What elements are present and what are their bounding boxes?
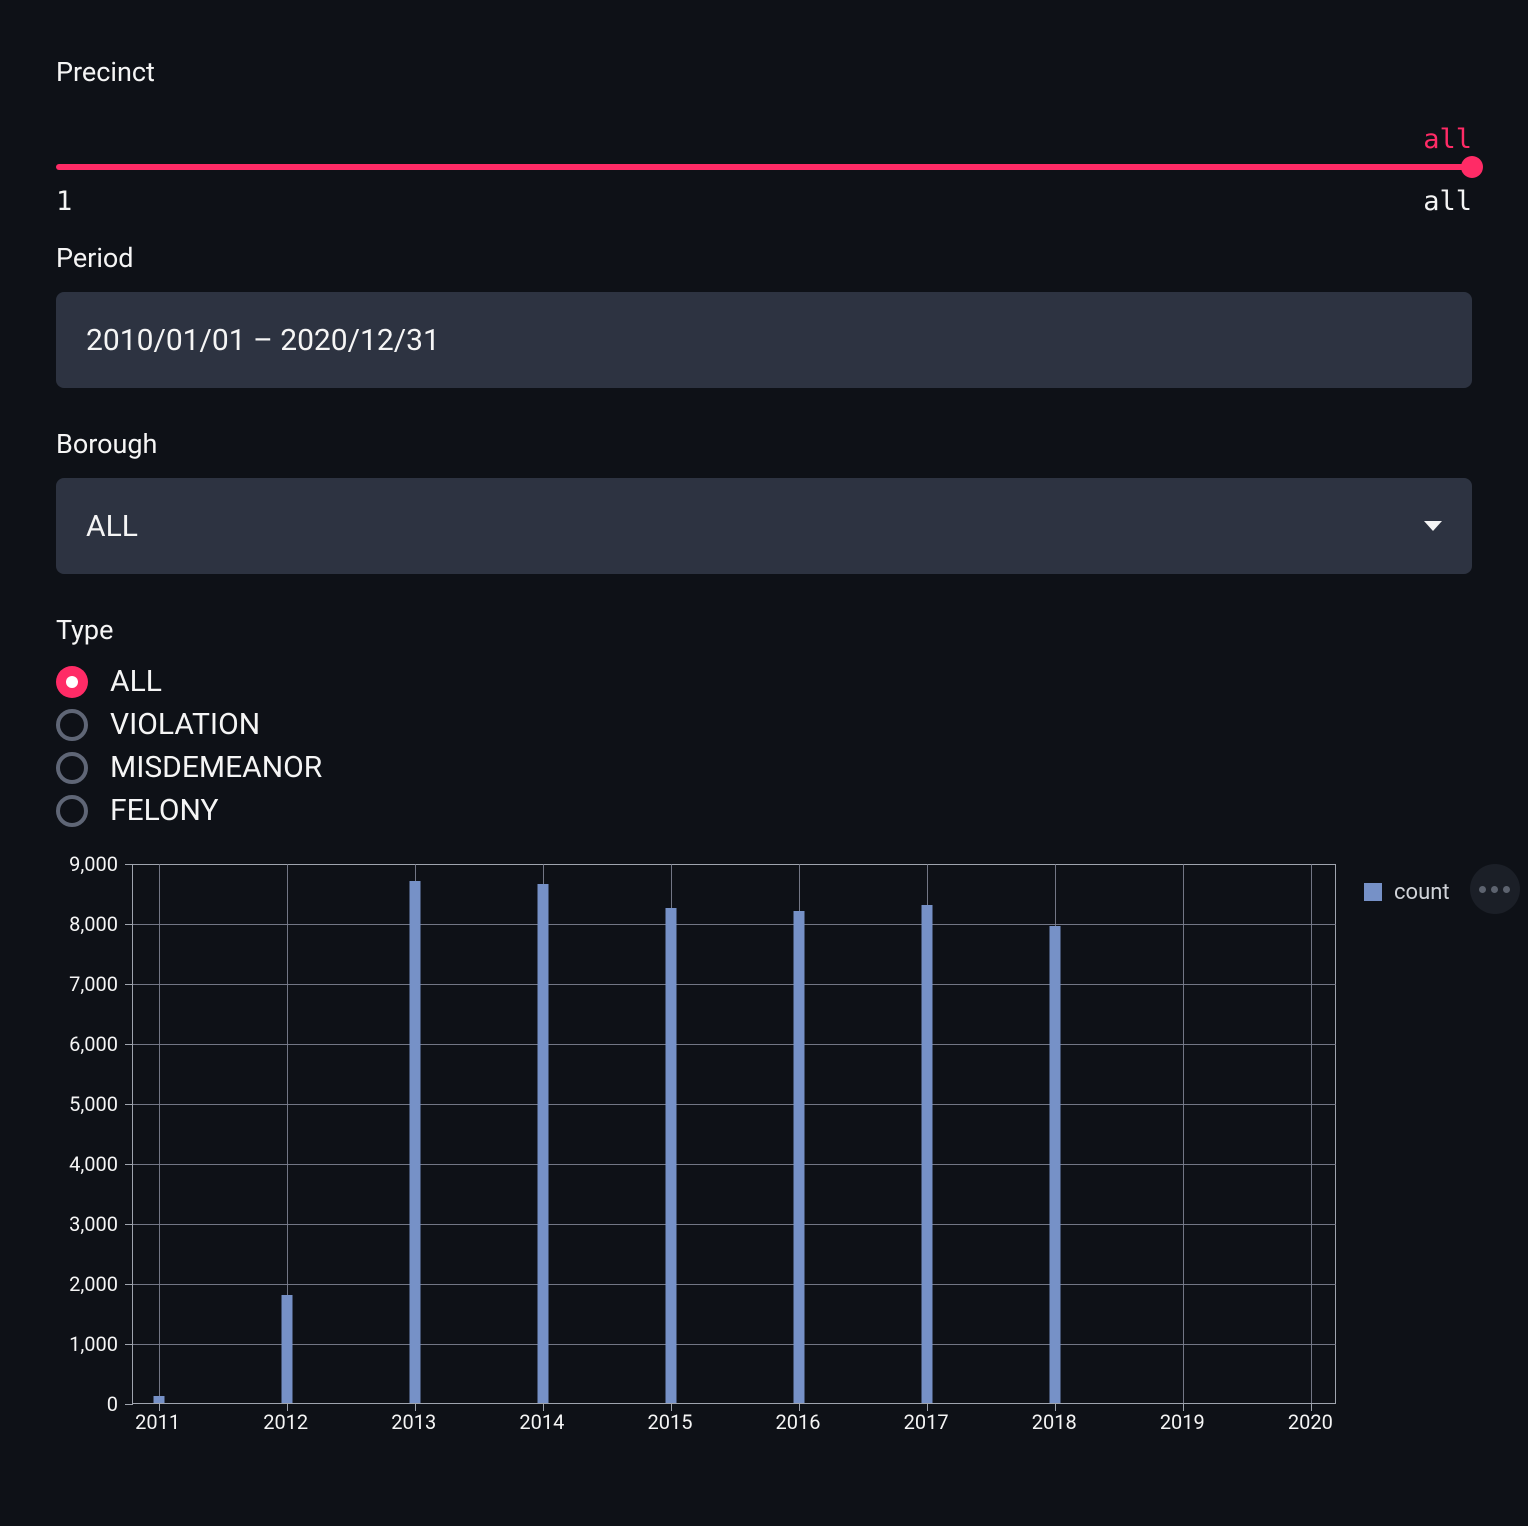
legend-series-label: count (1394, 880, 1450, 905)
x-tick-label: 2014 (519, 1410, 564, 1434)
type-radio-misdemeanor[interactable]: MISDEMEANOR (56, 750, 1472, 785)
x-tick-label: 2013 (391, 1410, 436, 1434)
chart-bar (281, 1295, 292, 1403)
type-radio-label: FELONY (110, 793, 219, 828)
radio-icon (56, 795, 88, 827)
precinct-slider-thumb[interactable] (1461, 156, 1483, 178)
chart-bar (665, 908, 676, 1403)
y-tick-label: 2,000 (69, 1272, 118, 1296)
x-tick-label: 2012 (263, 1410, 308, 1434)
period-label: Period (56, 242, 1472, 274)
y-tick-label: 6,000 (69, 1032, 118, 1056)
radio-icon (56, 752, 88, 784)
type-radio-label: MISDEMEANOR (110, 750, 322, 785)
precinct-slider[interactable]: all 1 all (56, 106, 1472, 216)
y-tick-label: 7,000 (69, 972, 118, 996)
legend-swatch-icon (1364, 883, 1382, 901)
chart-legend: count (1364, 880, 1450, 905)
y-tick-label: 4,000 (69, 1152, 118, 1176)
type-radio-all[interactable]: ALL (56, 664, 1472, 699)
x-tick-label: 2018 (1032, 1410, 1077, 1434)
chart-bar (1050, 926, 1061, 1403)
type-label: Type (56, 614, 1472, 646)
borough-select[interactable]: ALL (56, 478, 1472, 574)
type-radio-group: ALL VIOLATION MISDEMEANOR FELONY (56, 664, 1472, 828)
y-tick-label: 5,000 (69, 1092, 118, 1116)
chart-menu-button[interactable] (1470, 864, 1520, 914)
y-tick-label: 8,000 (69, 912, 118, 936)
type-radio-label: VIOLATION (110, 707, 260, 742)
radio-icon (56, 666, 88, 698)
precinct-slider-max: all (1423, 186, 1472, 217)
radio-icon (56, 709, 88, 741)
y-tick-label: 1,000 (69, 1332, 118, 1356)
count-bar-chart: 0 1,000 2,000 3,000 4,000 5,000 6,000 7,000 8,00… (56, 864, 1336, 1444)
period-input[interactable]: 2010/01/01 – 2020/12/31 (56, 292, 1472, 388)
precinct-slider-min: 1 (56, 186, 72, 217)
x-tick-label: 2011 (135, 1410, 180, 1434)
x-tick-label: 2020 (1288, 1410, 1333, 1434)
x-tick-label: 2016 (776, 1410, 821, 1434)
precinct-slider-value: all (1423, 124, 1472, 155)
type-radio-felony[interactable]: FELONY (56, 793, 1472, 828)
precinct-label: Precinct (56, 56, 1472, 88)
x-tick-label: 2015 (647, 1410, 692, 1434)
type-radio-label: ALL (110, 664, 162, 699)
y-tick-label: 9,000 (69, 852, 118, 876)
chart-bar (153, 1396, 164, 1403)
chart-bar (922, 905, 933, 1403)
x-tick-label: 2017 (904, 1410, 949, 1434)
period-value: 2010/01/01 – 2020/12/31 (86, 323, 440, 358)
borough-selected: ALL (86, 509, 138, 544)
chart-bar (409, 881, 420, 1403)
borough-label: Borough (56, 428, 1472, 460)
y-tick-label: 3,000 (69, 1212, 118, 1236)
chart-bar (794, 911, 805, 1403)
x-tick-label: 2019 (1160, 1410, 1205, 1434)
type-radio-violation[interactable]: VIOLATION (56, 707, 1472, 742)
chevron-down-icon (1424, 521, 1442, 531)
precinct-slider-track (56, 164, 1472, 170)
y-tick-label: 0 (107, 1392, 118, 1416)
chart-bar (537, 884, 548, 1403)
